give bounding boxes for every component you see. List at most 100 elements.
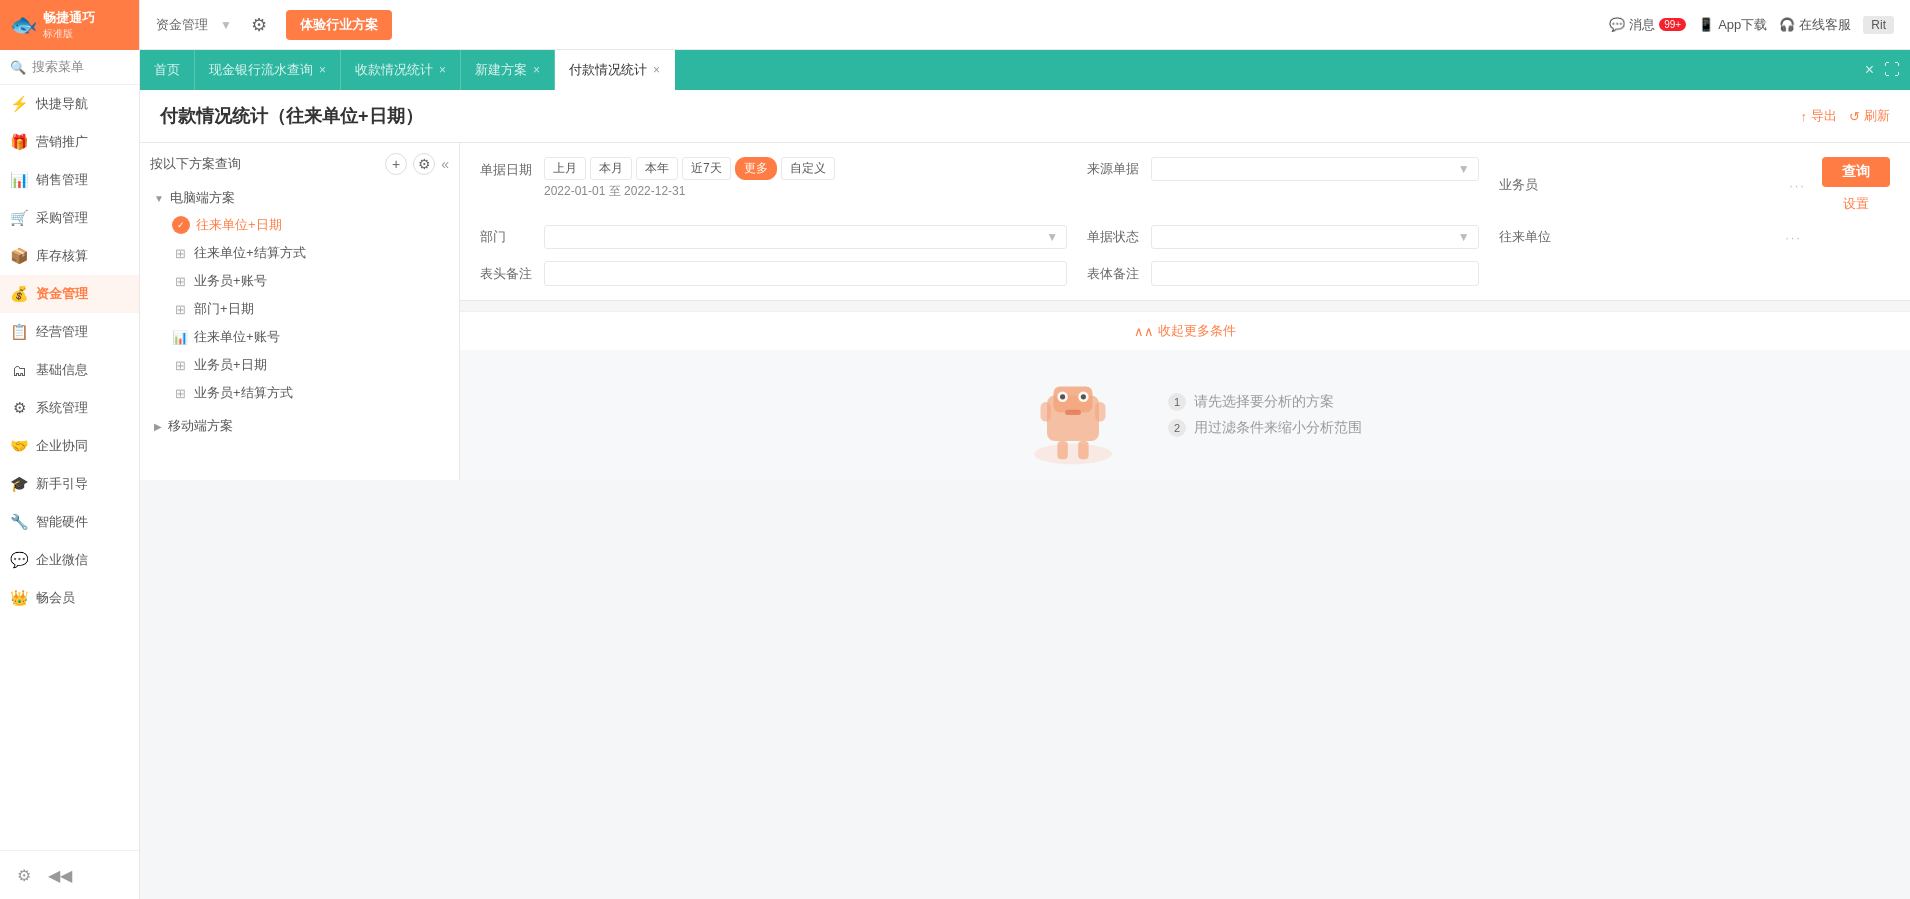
guide-icon: 🎓 [10,475,28,493]
tab-new-scheme-close[interactable]: × [533,63,540,77]
dept-select[interactable]: ▼ [544,225,1067,249]
basic-icon: 🗂 [10,361,28,379]
scheme-item-unit-account[interactable]: 📊 往来单位+账号 [150,323,449,351]
user-avatar[interactable]: Rit [1863,16,1894,34]
filter-form: 单据日期 上月 本月 本年 近7天 更多 自定义 20 [460,143,1910,301]
desktop-group-label: 电脑端方案 [170,189,235,207]
scheme-item-unit-settle[interactable]: ⊞ 往来单位+结算方式 [150,239,449,267]
tab-receipts-close[interactable]: × [439,63,446,77]
status-select[interactable]: ▼ [1151,225,1478,249]
sidebar-item-jingying[interactable]: 📋 经营管理 [0,313,139,351]
scheme-item-unit-date[interactable]: ✓ 往来单位+日期 [150,211,449,239]
sidebar-item-label: 新手引导 [36,475,88,493]
robot-svg [1008,350,1138,480]
tab-payments-label: 付款情况统计 [569,61,647,79]
refresh-label: 刷新 [1864,107,1890,125]
sidebar-item-xiaoshou[interactable]: 📊 销售管理 [0,161,139,199]
export-btn[interactable]: ↑ 导出 [1801,107,1838,125]
tab-payments[interactable]: 付款情况统计 × [555,50,675,90]
online-service-label: 在线客服 [1799,16,1851,34]
add-scheme-btn[interactable]: + [385,153,407,175]
salesman-dots[interactable]: ··· [1789,178,1806,193]
date-btn-lastmonth[interactable]: 上月 [544,157,586,180]
mobile-group-title[interactable]: ▶ 移动端方案 [150,413,449,439]
sidebar-item-xitong[interactable]: ⚙ 系统管理 [0,389,139,427]
industry-btn[interactable]: 体验行业方案 [286,10,392,40]
app-download-btn[interactable]: 📱 App下载 [1698,16,1767,34]
sidebar-footer: ⚙ ◀◀ [0,850,139,899]
date-btn-more[interactable]: 更多 [735,157,777,180]
mobile-scheme-group: ▶ 移动端方案 [150,413,449,439]
tab-bank[interactable]: 现金银行流水查询 × [195,50,341,90]
messages-btn[interactable]: 💬 消息 99+ [1609,16,1686,34]
search-menu[interactable]: 🔍 搜索菜单 [0,50,139,85]
logo-sub: 标准版 [43,27,95,41]
date-btn-thismonth[interactable]: 本月 [590,157,632,180]
scheme-item-staff-settle[interactable]: ⊞ 业务员+结算方式 [150,379,449,407]
filter-dept-group: 部门 ▼ [480,225,1067,249]
date-btn-last7days[interactable]: 近7天 [682,157,731,180]
scheme-item-dept-date[interactable]: ⊞ 部门+日期 [150,295,449,323]
svg-rect-7 [1065,410,1081,415]
message-icon: 💬 [1609,17,1625,32]
refresh-btn[interactable]: ↺ 刷新 [1849,107,1890,125]
topbar-breadcrumb: 资金管理 [156,16,208,34]
topbar-nav-dropdown[interactable]: 资金管理 [156,16,208,34]
sidebar: 🐟 畅捷通巧 标准版 🔍 搜索菜单 ⚡ 快捷导航 🎁 营销推广 📊 销售管理 🛒… [0,0,140,899]
svg-rect-11 [1078,441,1088,459]
unit-label: 往来单位 [1499,228,1551,246]
desktop-group-title[interactable]: ▼ 电脑端方案 [150,185,449,211]
sidebar-item-caigou[interactable]: 🛒 采购管理 [0,199,139,237]
collapse-more-btn[interactable]: ∧∧ 收起更多条件 [460,311,1910,350]
settings-scheme-btn[interactable]: ⚙ [413,153,435,175]
tab-bank-close[interactable]: × [319,63,326,77]
sidebar-item-label: 畅会员 [36,589,75,607]
filter-salesman-group: 业务员 ··· 查询 设置 [1499,157,1890,213]
hardware-icon: 🔧 [10,513,28,531]
settings-link[interactable]: 设置 [1822,195,1890,213]
body-note-input[interactable] [1151,261,1478,286]
sidebar-item-zijin[interactable]: 💰 资金管理 [0,275,139,313]
tip-text-1: 请先选择要分析的方案 [1194,393,1334,411]
tab-maximize-btn[interactable]: ⛶ [1884,61,1900,79]
sidebar-item-changhui[interactable]: 👑 畅会员 [0,579,139,617]
sidebar-item-label: 采购管理 [36,209,88,227]
tab-new-scheme[interactable]: 新建方案 × [461,50,555,90]
sidebar-item-yingxiao[interactable]: 🎁 营销推广 [0,123,139,161]
tab-payments-close[interactable]: × [653,63,660,77]
desktop-group-arrow: ▼ [154,193,164,204]
source-select[interactable]: ▼ [1151,157,1478,181]
sidebar-item-kucun[interactable]: 📦 库存核算 [0,237,139,275]
collapse-sidebar-btn[interactable]: ◀◀ [46,861,74,889]
query-btn[interactable]: 查询 [1822,157,1890,187]
sidebar-item-kuaijie[interactable]: ⚡ 快捷导航 [0,85,139,123]
scheme-item-staff-account[interactable]: ⊞ 业务员+账号 [150,267,449,295]
sidebar-item-qiye[interactable]: 🤝 企业协同 [0,427,139,465]
tab-home[interactable]: 首页 [140,50,195,90]
scheme-item-staff-date[interactable]: ⊞ 业务员+日期 [150,351,449,379]
sidebar-item-label: 企业协同 [36,437,88,455]
tip-text-2: 用过滤条件来缩小分析范围 [1194,419,1362,437]
header-note-input[interactable] [544,261,1067,286]
left-panel-title: 按以下方案查询 [150,155,241,173]
service-icon: 🎧 [1779,17,1795,32]
date-btn-custom[interactable]: 自定义 [781,157,835,180]
online-service-btn[interactable]: 🎧 在线客服 [1779,16,1851,34]
date-btn-thisyear[interactable]: 本年 [636,157,678,180]
tab-close-all-btn[interactable]: × [1865,61,1874,79]
tab-new-scheme-label: 新建方案 [475,61,527,79]
settings-footer-btn[interactable]: ⚙ [10,861,38,889]
sidebar-item-weixin[interactable]: 💬 企业微信 [0,541,139,579]
status-select-arrow: ▼ [1458,230,1470,244]
refresh-icon: ↺ [1849,109,1860,124]
topbar-config-btn[interactable]: ⚙ [244,10,274,40]
mobile-group-label: 移动端方案 [168,417,233,435]
scheme-item-label: 部门+日期 [194,300,254,318]
sidebar-item-xinshou[interactable]: 🎓 新手引导 [0,465,139,503]
svg-rect-10 [1057,441,1067,459]
sidebar-item-jichu[interactable]: 🗂 基础信息 [0,351,139,389]
tab-receipts[interactable]: 收款情况统计 × [341,50,461,90]
collapse-left-panel-btn[interactable]: « [441,156,449,172]
sidebar-item-zhineng[interactable]: 🔧 智能硬件 [0,503,139,541]
unit-dots[interactable]: ··· [1785,230,1802,245]
